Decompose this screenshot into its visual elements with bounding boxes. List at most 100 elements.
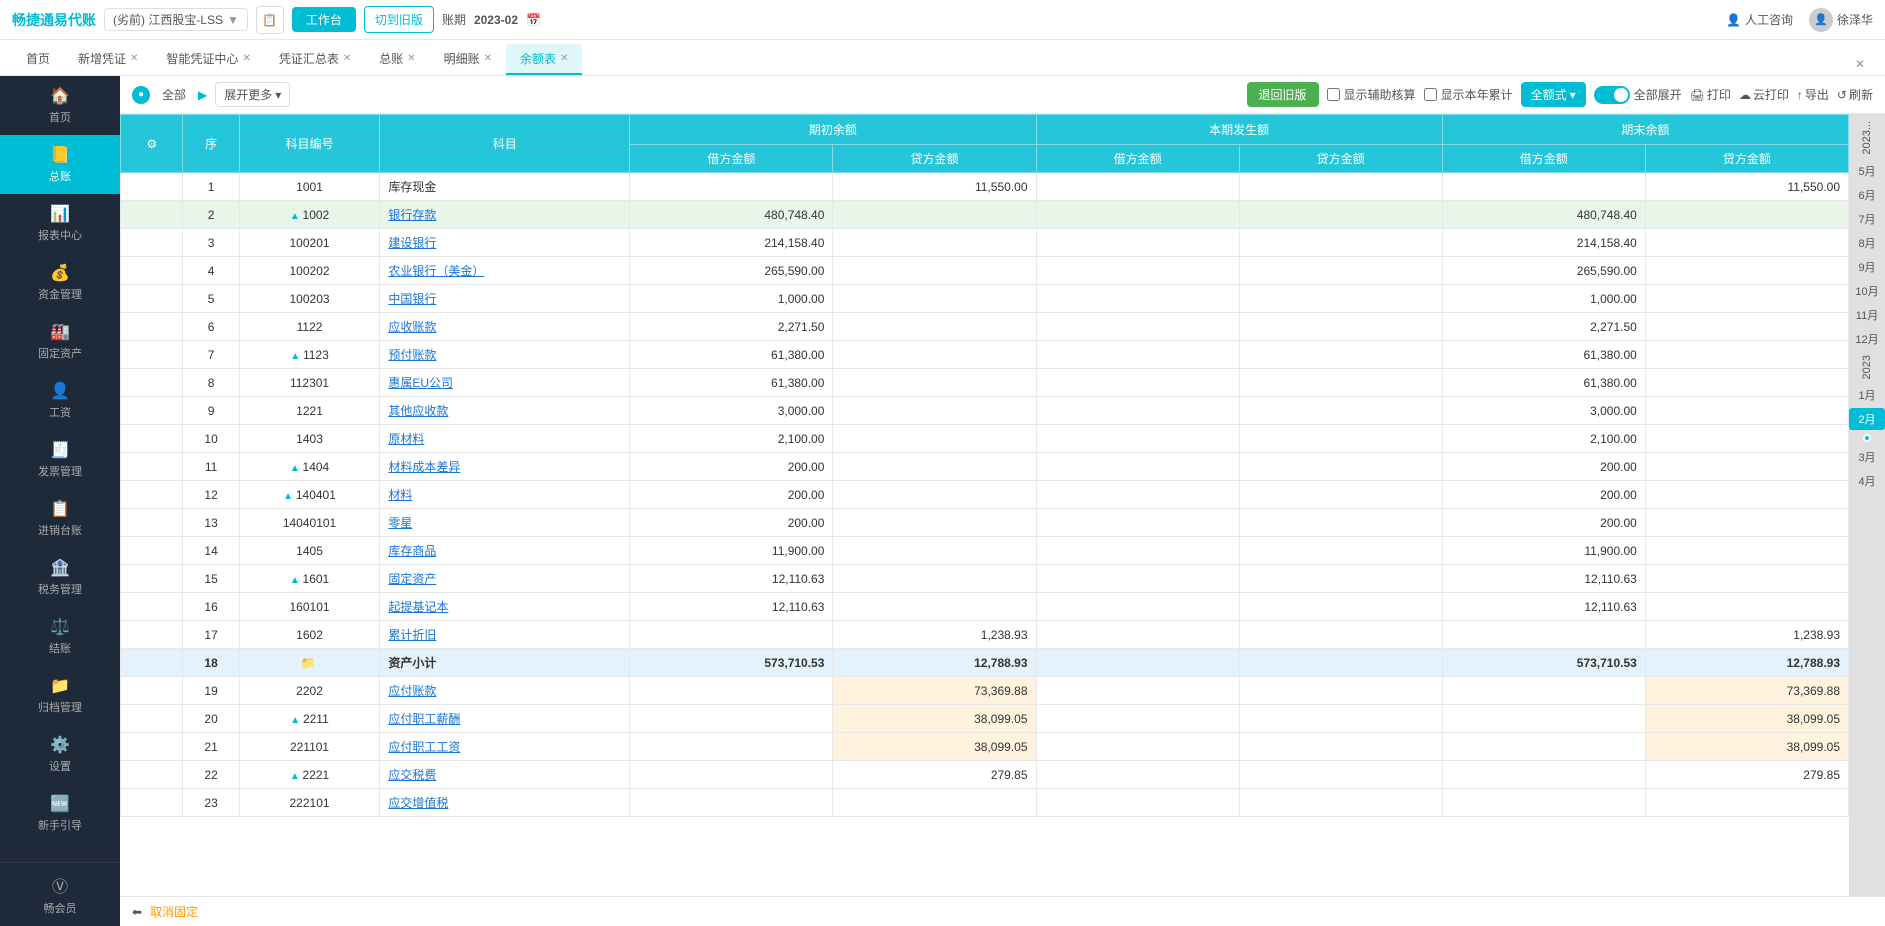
row-name[interactable]: 零星	[380, 509, 630, 537]
export-button[interactable]: ↑ 导出	[1797, 86, 1829, 103]
switch-version-button[interactable]: 切到旧版	[364, 6, 434, 33]
tab-close-smart-voucher[interactable]: ✕	[242, 53, 250, 64]
expand-more-button[interactable]: 展开更多 ▾	[215, 82, 290, 107]
account-name-link[interactable]: 累计折旧	[388, 628, 436, 642]
expand-icon[interactable]: ▲	[290, 351, 303, 362]
show-ytd-checkbox[interactable]	[1424, 88, 1437, 101]
tab-home[interactable]: 首页	[12, 44, 64, 75]
account-name-link[interactable]: 固定资产	[388, 572, 436, 586]
year-2023-top-label[interactable]: 2023...	[1859, 118, 1875, 158]
account-name-link[interactable]: 建设银行	[388, 236, 436, 250]
sidebar-item-settings[interactable]: ⚙️ 设置	[0, 725, 120, 784]
show-ytd-checkbox-group[interactable]: 显示本年累计	[1424, 86, 1513, 103]
tab-close-detail-ledger[interactable]: ✕	[484, 53, 492, 64]
expand-icon[interactable]: ▲	[290, 715, 303, 726]
month-9[interactable]: 9月	[1849, 256, 1885, 278]
row-name[interactable]: 应付职工薪酬	[380, 705, 630, 733]
row-name[interactable]: 其他应收款	[380, 397, 630, 425]
workbench-button[interactable]: 工作台	[292, 7, 356, 32]
tab-balance-sheet[interactable]: 余额表 ✕	[506, 44, 582, 75]
account-name-link[interactable]: 应收账款	[388, 320, 436, 334]
month-3[interactable]: 3月	[1849, 446, 1885, 468]
sidebar-item-report[interactable]: 📊 报表中心	[0, 194, 120, 253]
account-name-link[interactable]: 应付职工薪酬	[388, 712, 460, 726]
copy-icon-btn[interactable]: 📋	[256, 6, 284, 34]
user-info[interactable]: 👤 徐泽华	[1809, 8, 1873, 32]
row-name[interactable]: 材料成本差异	[380, 453, 630, 481]
account-name-link[interactable]: 中国银行	[388, 292, 436, 306]
expand-all-toggle-group[interactable]: 全部展开	[1594, 86, 1682, 104]
account-name-link[interactable]: 其他应收款	[388, 404, 448, 418]
month-12[interactable]: 12月	[1849, 328, 1885, 350]
account-name-link[interactable]: 应交增值税	[388, 796, 448, 810]
row-name[interactable]: 应付职工工资	[380, 733, 630, 761]
row-name[interactable]: 惠属EU公司	[380, 369, 630, 397]
tab-voucher-summary[interactable]: 凭证汇总表 ✕	[265, 44, 365, 75]
account-name-link[interactable]: 材料成本差异	[388, 460, 460, 474]
account-name-link[interactable]: 材料	[388, 488, 412, 502]
print-button[interactable]: 🖨 打印	[1690, 86, 1731, 103]
sidebar-item-salary[interactable]: 👤 工资	[0, 371, 120, 430]
settings-header-col[interactable]: ⚙	[121, 115, 183, 173]
account-name-link[interactable]: 零星	[388, 516, 412, 530]
expand-icon[interactable]: ▲	[290, 771, 303, 782]
month-1[interactable]: 1月	[1849, 384, 1885, 406]
row-name[interactable]: 应交税费	[380, 761, 630, 789]
row-name[interactable]: 预付账款	[380, 341, 630, 369]
tab-detail-ledger[interactable]: 明细账 ✕	[430, 44, 506, 75]
row-name[interactable]: 应收账款	[380, 313, 630, 341]
row-name[interactable]: 材料	[380, 481, 630, 509]
row-name[interactable]: 库存商品	[380, 537, 630, 565]
expand-icon[interactable]: ▲	[283, 491, 296, 502]
tab-close-ledger[interactable]: ✕	[407, 53, 415, 64]
row-name[interactable]: 农业银行（美金）	[380, 257, 630, 285]
expand-all-toggle[interactable]	[1594, 86, 1630, 104]
show-assist-checkbox-group[interactable]: 显示辅助核算	[1327, 86, 1416, 103]
account-name-link[interactable]: 农业银行（美金）	[388, 264, 484, 278]
format-button[interactable]: 全额式 ▾	[1521, 82, 1586, 107]
account-name-link[interactable]: 惠属EU公司	[388, 376, 453, 390]
row-name[interactable]: 中国银行	[380, 285, 630, 313]
month-10[interactable]: 10月	[1849, 280, 1885, 302]
sidebar-item-ledger[interactable]: 📒 总账	[0, 135, 120, 194]
account-name-link[interactable]: 原材料	[388, 432, 424, 446]
sidebar-item-capital[interactable]: 💰 资金管理	[0, 253, 120, 312]
month-8[interactable]: 8月	[1849, 232, 1885, 254]
account-name-link[interactable]: 应交税费	[388, 768, 436, 782]
tab-close-balance-sheet[interactable]: ✕	[560, 53, 568, 64]
row-name[interactable]: 固定资产	[380, 565, 630, 593]
sidebar-item-settlement[interactable]: ⚖️ 结账	[0, 607, 120, 666]
show-assist-checkbox[interactable]	[1327, 88, 1340, 101]
tab-add-voucher[interactable]: 新增凭证 ✕	[64, 44, 152, 75]
sidebar-item-archive[interactable]: 📁 归档管理	[0, 666, 120, 725]
return-old-btn[interactable]: 退回旧版	[1247, 82, 1319, 107]
sidebar-item-fixed-assets[interactable]: 🏭 固定资产	[0, 312, 120, 371]
sidebar-item-guide[interactable]: 🆕 新手引导	[0, 784, 120, 843]
ai-consult[interactable]: 👤 人工咨询	[1726, 11, 1793, 28]
account-name-link[interactable]: 应付职工工资	[388, 740, 460, 754]
expand-icon[interactable]: ▲	[290, 211, 303, 222]
account-name-link[interactable]: 银行存款	[388, 208, 436, 222]
sidebar-item-home[interactable]: 🏠 首页	[0, 76, 120, 135]
company-selector[interactable]: (劣前) 江西股宝-LSS ▼	[104, 8, 248, 31]
month-5[interactable]: 5月	[1849, 160, 1885, 182]
cloud-print-button[interactable]: ☁ 云打印	[1739, 86, 1789, 103]
row-name[interactable]: 累计折旧	[380, 621, 630, 649]
tab-close-add-voucher[interactable]: ✕	[130, 53, 138, 64]
year-2023-bottom-label[interactable]: 2023	[1859, 352, 1875, 382]
row-name[interactable]: 银行存款	[380, 201, 630, 229]
month-11[interactable]: 11月	[1849, 304, 1885, 326]
tab-smart-voucher[interactable]: 智能凭证中心 ✕	[152, 44, 264, 75]
row-name[interactable]: 起提基记本	[380, 593, 630, 621]
row-name[interactable]: 应交增值税	[380, 789, 630, 817]
account-name-link[interactable]: 库存商品	[388, 544, 436, 558]
sidebar-item-sales[interactable]: 📋 进销台账	[0, 489, 120, 548]
calendar-icon[interactable]: 📅	[526, 13, 541, 27]
month-7[interactable]: 7月	[1849, 208, 1885, 230]
cancel-fixed-button[interactable]: 取消固定	[150, 903, 198, 920]
row-name[interactable]: 应付账款	[380, 677, 630, 705]
refresh-button[interactable]: ↺ 刷新	[1837, 86, 1873, 103]
expand-icon[interactable]: ▲	[290, 575, 303, 586]
expand-icon[interactable]: ▲	[290, 463, 303, 474]
tab-close-voucher-summary[interactable]: ✕	[343, 53, 351, 64]
